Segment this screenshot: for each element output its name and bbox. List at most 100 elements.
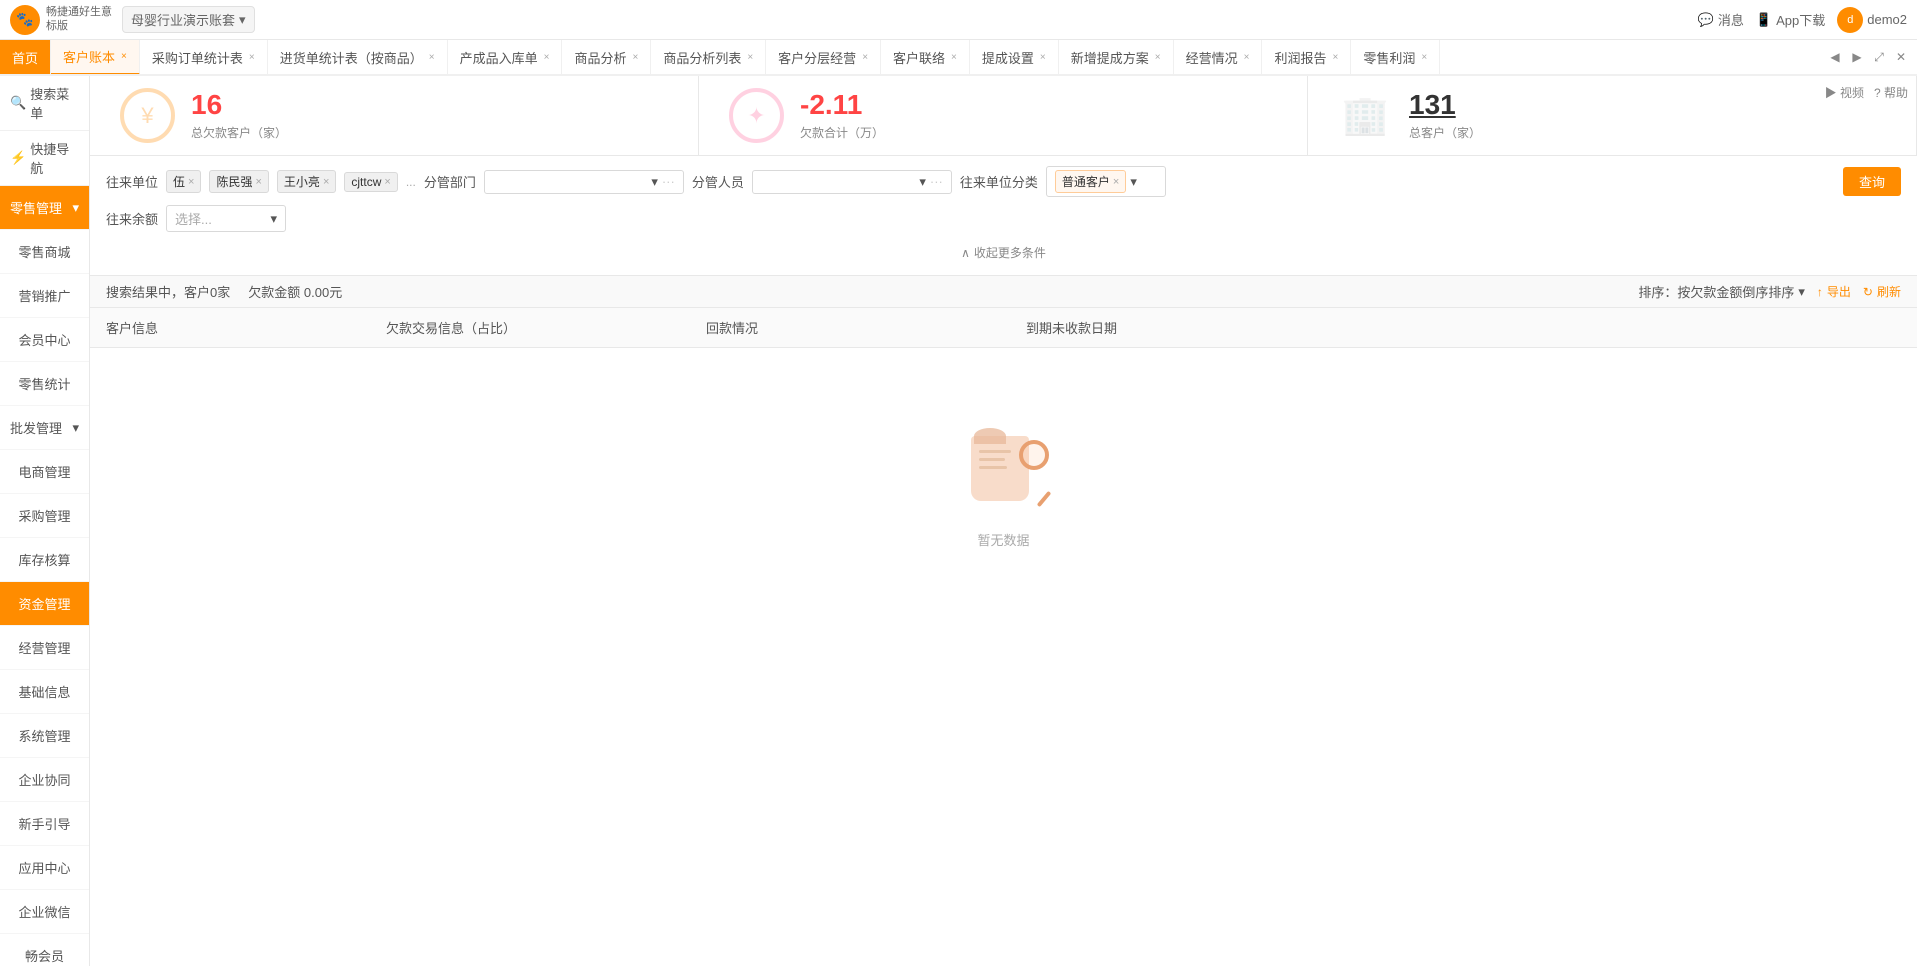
filter-tag-chenminqiang[interactable]: 陈民强 ×	[209, 170, 268, 193]
sidebar-item-retail-shop[interactable]: 零售商城	[0, 230, 89, 274]
filter-tag-cjttcw[interactable]: cjttcw ×	[344, 172, 397, 192]
empty-text: 暂无数据	[977, 530, 1029, 549]
content-area: ¥ 16 总欠款客户（家） ✦ -2.11 欠款合计（万） 🏢 131 总客户（…	[90, 76, 1917, 966]
sidebar-item-ecommerce[interactable]: 电商管理	[0, 450, 89, 494]
sidebar-item-vip-member[interactable]: 畅会员	[0, 934, 89, 966]
sidebar-item-enterprise-collab[interactable]: 企业协同	[0, 758, 89, 802]
close-icon[interactable]: ×	[1040, 52, 1046, 63]
chevron-icon: ▾	[72, 420, 79, 436]
amount-select[interactable]: 选择... ▾	[166, 205, 286, 232]
tab-prompt-settings[interactable]: 提成设置 ×	[970, 40, 1059, 75]
sidebar-item-sys[interactable]: 系统管理	[0, 714, 89, 758]
top-bar-right: 💬 消息 📱 App下载 d demo2	[1698, 7, 1907, 33]
stat-total-debt: ✦ -2.11 欠款合计（万）	[699, 76, 1308, 155]
logo-text: 畅捷通好生意 标版	[46, 6, 112, 32]
column-repayment: 回款情况	[690, 308, 1010, 347]
sidebar-item-retail-stats[interactable]: 零售统计	[0, 362, 89, 406]
tab-customer-contact[interactable]: 客户联络 ×	[881, 40, 970, 75]
sidebar-item-basic-info[interactable]: 基础信息	[0, 670, 89, 714]
stat-debt-number: -2.11	[800, 90, 884, 121]
remove-tag-chen[interactable]: ×	[255, 176, 261, 188]
stat-total-customers: 🏢 131 总客户（家） ▶ 视频 ? 帮助	[1308, 76, 1917, 155]
remove-tag-wu[interactable]: ×	[188, 176, 194, 188]
filter-tag-wangxiaoliang[interactable]: 王小亮 ×	[277, 170, 336, 193]
video-button[interactable]: ▶ 视频	[1825, 84, 1864, 101]
close-icon[interactable]: ×	[429, 52, 435, 63]
avatar: d	[1837, 7, 1863, 33]
close-icon[interactable]: ×	[747, 52, 753, 63]
sidebar-item-enterprise-wechat[interactable]: 企业微信	[0, 890, 89, 934]
tab-close-all[interactable]: ✕	[1891, 47, 1911, 67]
column-debt-transaction: 欠款交易信息（占比）	[370, 308, 690, 347]
amount-label: 往来余额	[106, 209, 158, 228]
top-bar: 🐾 畅捷通好生意 标版 母婴行业演示账套 ▾ 💬 消息 📱 App下载 d de…	[0, 0, 1917, 40]
filter-tag-normal-customer[interactable]: 普通客户 ×	[1055, 170, 1126, 193]
empty-illustration	[959, 428, 1049, 518]
sidebar-item-wholesale[interactable]: 批发管理 ▾	[0, 406, 89, 450]
refresh-button[interactable]: ↻ 刷新	[1863, 283, 1901, 300]
close-icon[interactable]: ×	[544, 52, 550, 63]
magnifier-handle	[1036, 491, 1051, 507]
remove-tag-normal[interactable]: ×	[1113, 176, 1119, 188]
tab-home[interactable]: 首页	[0, 40, 51, 75]
close-icon[interactable]: ×	[121, 51, 127, 62]
sidebar-item-retail-mgmt[interactable]: 零售管理 ▾	[0, 186, 89, 230]
stat-total-debtors: ¥ 16 总欠款客户（家）	[90, 76, 699, 155]
tab-purchase-orders[interactable]: 采购订单统计表 ×	[140, 40, 268, 75]
filter-tag-wu[interactable]: 伍 ×	[166, 170, 201, 193]
sidebar-item-marketing[interactable]: 营销推广	[0, 274, 89, 318]
close-icon[interactable]: ×	[862, 52, 868, 63]
help-button[interactable]: ? 帮助	[1874, 84, 1908, 101]
sort-label[interactable]: 排序：按欠款金额倒序排序 ▾	[1638, 282, 1805, 301]
close-icon[interactable]: ×	[1332, 52, 1338, 63]
sidebar-item-capital[interactable]: 资金管理	[0, 582, 89, 626]
sidebar-quicknav[interactable]: ⚡ 快捷导航	[0, 131, 89, 186]
person-select[interactable]: ▾ ···	[752, 170, 952, 194]
tab-accounts[interactable]: 客户账本 ×	[51, 40, 140, 75]
store-selector[interactable]: 母婴行业演示账套 ▾	[122, 6, 255, 33]
tab-customer-tier[interactable]: 客户分层经营 ×	[766, 40, 881, 75]
tab-new-prompt[interactable]: 新增提成方案 ×	[1059, 40, 1174, 75]
close-icon[interactable]: ×	[1421, 52, 1427, 63]
export-button[interactable]: ↑ 导出	[1817, 283, 1851, 300]
close-icon[interactable]: ×	[1244, 52, 1250, 63]
sidebar-item-purchase[interactable]: 采购管理	[0, 494, 89, 538]
tab-expand-arrow[interactable]: ⤢	[1869, 47, 1889, 67]
query-button[interactable]: 查询	[1843, 167, 1901, 196]
close-icon[interactable]: ×	[249, 52, 255, 63]
tab-profit-report[interactable]: 利润报告 ×	[1262, 40, 1351, 75]
sidebar: 🔍 搜索菜单 ⚡ 快捷导航 零售管理 ▾ 零售商城 营销推广 会员中心 零售统计…	[0, 76, 90, 966]
user-menu[interactable]: d demo2	[1837, 7, 1907, 33]
message-button[interactable]: 💬 消息	[1698, 10, 1744, 29]
sidebar-item-new-guide[interactable]: 新手引导	[0, 802, 89, 846]
tab-goods-analysis-list[interactable]: 商品分析列表 ×	[651, 40, 766, 75]
sidebar-item-app-center[interactable]: 应用中心	[0, 846, 89, 890]
tab-goods-analysis[interactable]: 商品分析 ×	[562, 40, 651, 75]
remove-tag-wang[interactable]: ×	[323, 176, 329, 188]
filter-more-tags[interactable]: ...	[406, 175, 416, 189]
stat-debt-label: 欠款合计（万）	[800, 124, 884, 141]
filter-row-2: 往来余额 选择... ▾	[106, 205, 1901, 232]
tab-purchase-stats[interactable]: 进货单统计表（按商品） ×	[268, 40, 448, 75]
nav-tabs: 首页 客户账本 × 采购订单统计表 × 进货单统计表（按商品） × 产成品入库单…	[0, 40, 1917, 76]
chevron-down-icon: ▾	[1130, 174, 1137, 190]
tab-product-in[interactable]: 产成品入库单 ×	[448, 40, 563, 75]
main-layout: 🔍 搜索菜单 ⚡ 快捷导航 零售管理 ▾ 零售商城 营销推广 会员中心 零售统计…	[0, 76, 1917, 966]
sidebar-item-inventory[interactable]: 库存核算	[0, 538, 89, 582]
remove-tag-cjttcw[interactable]: ×	[384, 176, 390, 188]
collapse-button[interactable]: ∧ 收起更多条件	[961, 244, 1046, 261]
search-icon: 🔍	[10, 95, 26, 111]
tab-retail-profit[interactable]: 零售利润 ×	[1351, 40, 1440, 75]
sidebar-item-member-center[interactable]: 会员中心	[0, 318, 89, 362]
app-download-button[interactable]: 📱 App下载	[1756, 10, 1825, 29]
close-icon[interactable]: ×	[951, 52, 957, 63]
tab-operations[interactable]: 经营情况 ×	[1174, 40, 1263, 75]
tab-prev-arrow[interactable]: ◀	[1825, 47, 1845, 67]
unit-type-select[interactable]: 普通客户 × ▾	[1046, 166, 1166, 197]
dept-select[interactable]: ▾ ···	[484, 170, 684, 194]
close-icon[interactable]: ×	[632, 52, 638, 63]
tab-next-arrow[interactable]: ▶	[1847, 47, 1867, 67]
sidebar-item-ops[interactable]: 经营管理	[0, 626, 89, 670]
sidebar-search[interactable]: 🔍 搜索菜单	[0, 76, 89, 131]
close-icon[interactable]: ×	[1155, 52, 1161, 63]
